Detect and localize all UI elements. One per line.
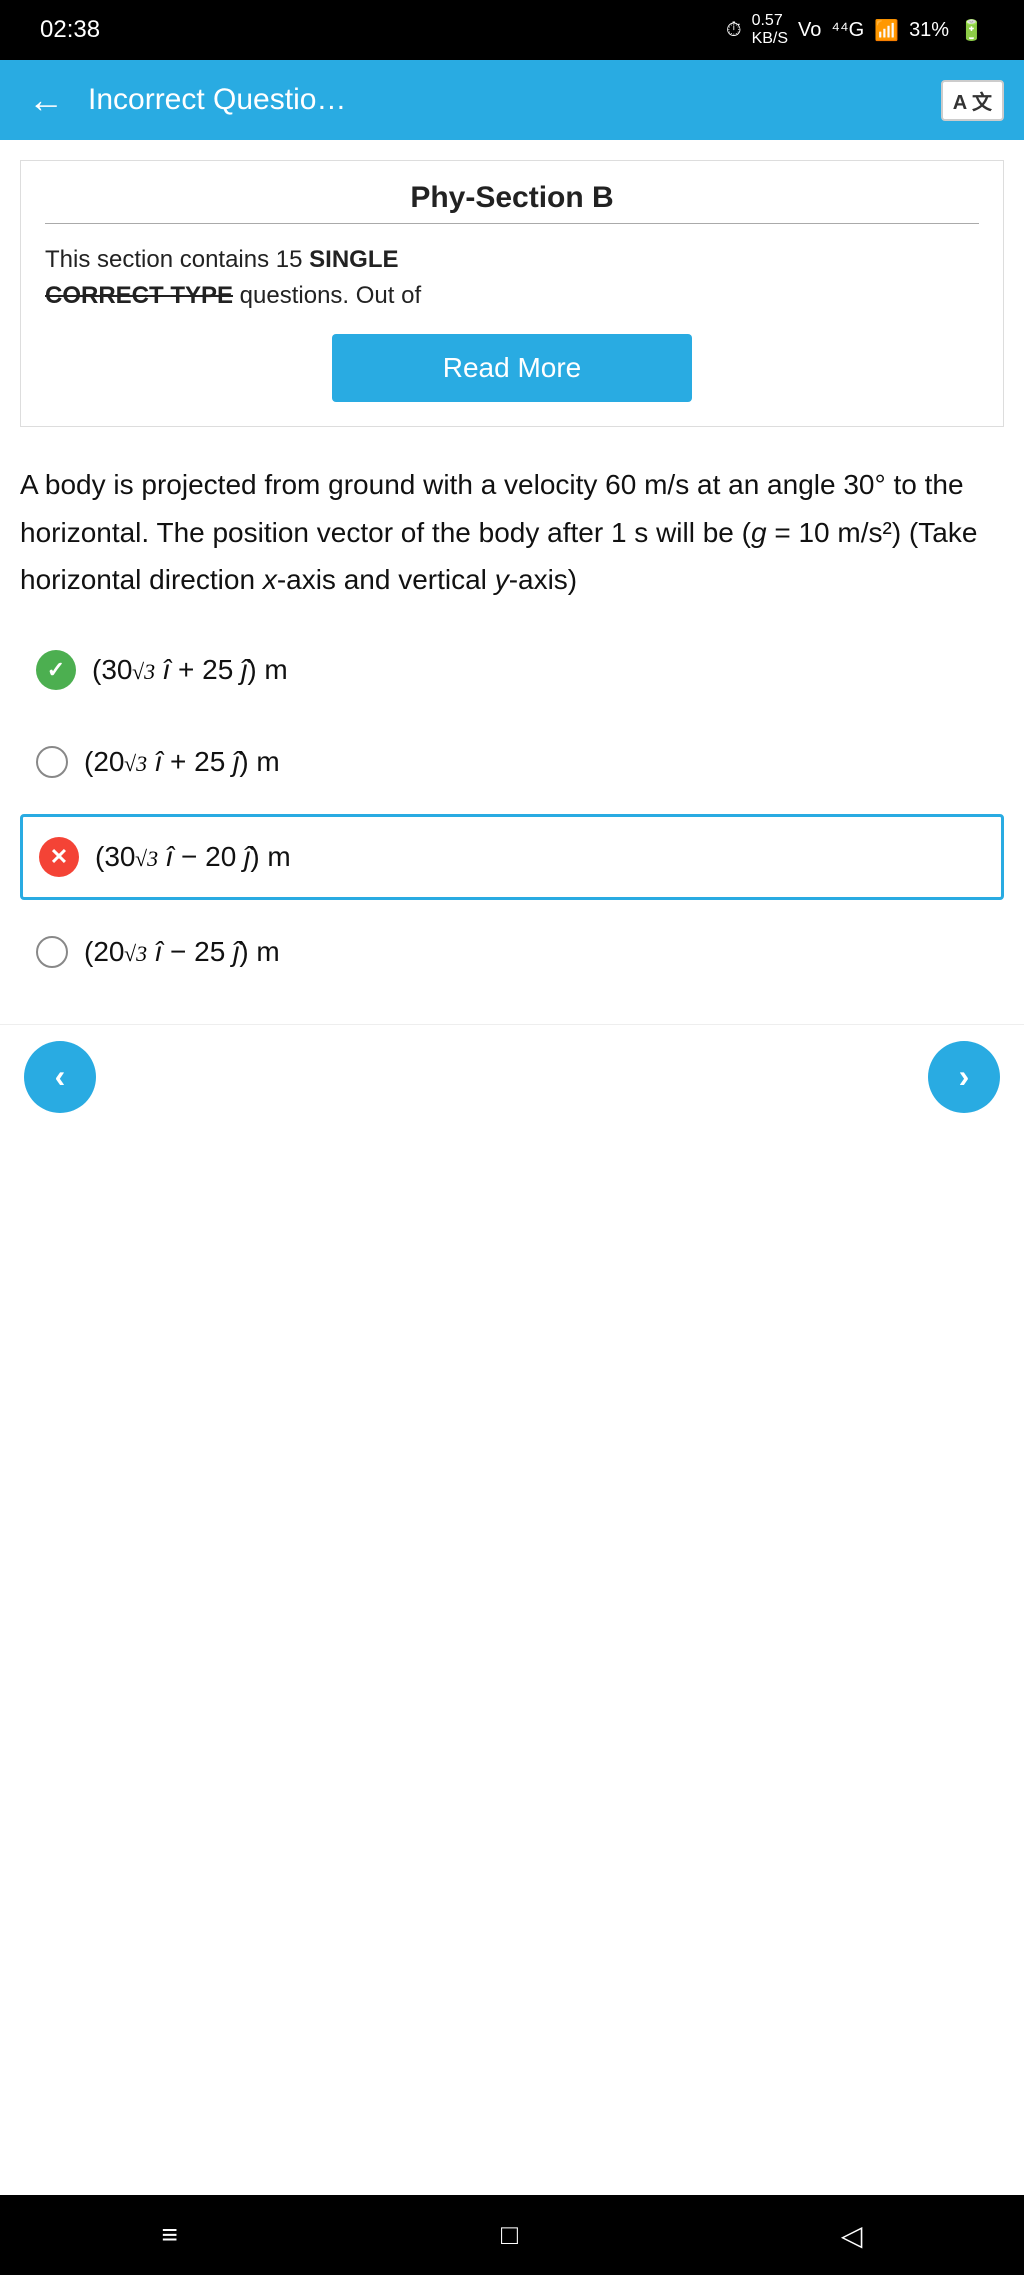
option-d-text: (20√3î − 25 ĵ) m bbox=[84, 936, 280, 968]
wrong-icon bbox=[39, 837, 79, 877]
back-system-button[interactable]: ◁ bbox=[821, 2209, 883, 2262]
math-y: y bbox=[495, 564, 509, 595]
alarm-icon: ⏱ bbox=[726, 19, 742, 42]
lte-icon: ⁴⁴G bbox=[831, 19, 864, 42]
option-c-text: (30√3î − 20 ĵ) m bbox=[95, 841, 291, 873]
next-button[interactable]: › bbox=[928, 1041, 1000, 1113]
svg-text:√3: √3 bbox=[135, 846, 158, 871]
option-d-radio bbox=[36, 936, 68, 968]
math-x: x bbox=[263, 564, 277, 595]
section-card: Phy-Section B This section contains 15 S… bbox=[20, 160, 1004, 427]
time-display: 02:38 bbox=[40, 16, 100, 44]
math-g: g bbox=[751, 517, 767, 548]
translate-button[interactable]: A 文 bbox=[941, 80, 1004, 121]
home-button[interactable]: □ bbox=[481, 2209, 538, 2261]
question-text: A body is projected from ground with a v… bbox=[0, 437, 1024, 620]
section-description: This section contains 15 SINGLE CORRECT … bbox=[45, 242, 979, 314]
nav-buttons: ‹ › bbox=[0, 1024, 1024, 1129]
status-icons: ⏱ 0.57KB/S Vo ⁴⁴G 📶 31% 🔋 bbox=[726, 12, 984, 48]
section-title: Phy-Section B bbox=[45, 181, 979, 224]
battery-icon: 🔋 bbox=[959, 18, 984, 43]
option-b-text: (20√3î + 25 ĵ) m bbox=[84, 746, 280, 778]
read-more-button[interactable]: Read More bbox=[332, 334, 692, 402]
strikethrough-text: CORRECT TYPE bbox=[45, 282, 233, 309]
option-b-radio bbox=[36, 746, 68, 778]
svg-text:√3: √3 bbox=[132, 659, 155, 684]
vo-icon: Vo bbox=[798, 19, 821, 42]
menu-button[interactable]: ≡ bbox=[142, 2209, 198, 2261]
nav-title: Incorrect Questio… bbox=[88, 83, 925, 117]
sqrt-d: √3 bbox=[124, 939, 154, 967]
back-button[interactable]: ← bbox=[20, 71, 72, 129]
option-a[interactable]: (30√3î + 25 ĵ) m bbox=[20, 630, 1004, 710]
bold-single: SINGLE bbox=[309, 246, 398, 273]
prev-button[interactable]: ‹ bbox=[24, 1041, 96, 1113]
status-bar: 02:38 ⏱ 0.57KB/S Vo ⁴⁴G 📶 31% 🔋 bbox=[0, 0, 1024, 60]
main-content: Phy-Section B This section contains 15 S… bbox=[0, 140, 1024, 2195]
svg-text:√3: √3 bbox=[124, 751, 147, 776]
nav-bar: ← Incorrect Questio… A 文 bbox=[0, 60, 1024, 140]
options-container: (30√3î + 25 ĵ) m (20√3î + 25 ĵ) m (30√3î… bbox=[0, 620, 1024, 1024]
option-c[interactable]: (30√3î − 20 ĵ) m bbox=[20, 814, 1004, 900]
sqrt-b: √3 bbox=[124, 749, 154, 777]
sqrt-a: √3 bbox=[132, 657, 162, 685]
battery-level: 31% bbox=[909, 19, 949, 42]
option-d[interactable]: (20√3î − 25 ĵ) m bbox=[20, 916, 1004, 988]
system-bar: ≡ □ ◁ bbox=[0, 2195, 1024, 2275]
option-b[interactable]: (20√3î + 25 ĵ) m bbox=[20, 726, 1004, 798]
svg-text:√3: √3 bbox=[124, 941, 147, 966]
correct-icon bbox=[36, 650, 76, 690]
signal-icon: 📶 bbox=[874, 18, 899, 43]
option-a-text: (30√3î + 25 ĵ) m bbox=[92, 654, 288, 686]
sqrt-c: √3 bbox=[135, 844, 165, 872]
network-speed: 0.57KB/S bbox=[752, 12, 788, 48]
